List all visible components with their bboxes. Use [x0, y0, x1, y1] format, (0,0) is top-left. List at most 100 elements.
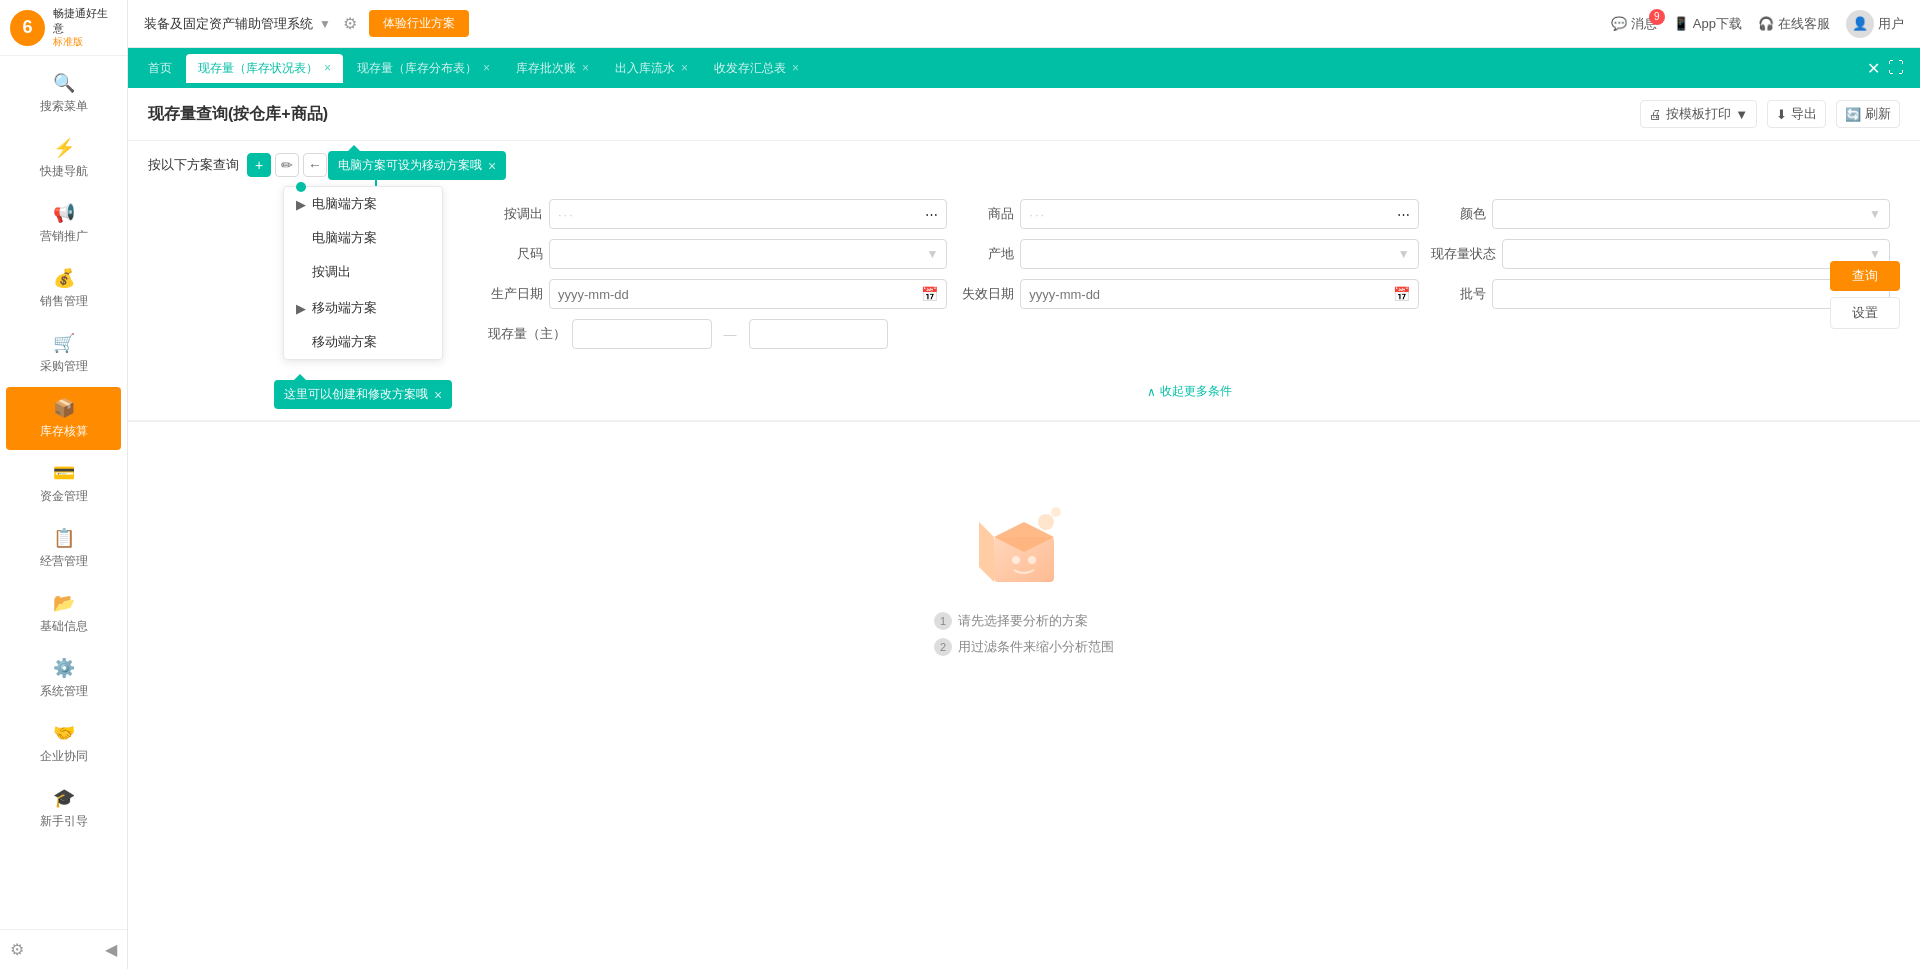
- export-btn[interactable]: ⬇ 导出: [1767, 100, 1826, 128]
- sidebar-item-system[interactable]: ⚙️ 系统管理: [6, 647, 121, 710]
- color-input[interactable]: ▼: [1492, 199, 1890, 229]
- scheme-item-tune[interactable]: 按调出: [284, 255, 442, 289]
- reset-btn[interactable]: 设置: [1830, 297, 1900, 329]
- app-download-label: App下载: [1693, 15, 1742, 33]
- tooltip2-close-btn[interactable]: ×: [434, 387, 442, 403]
- page-actions: 🖨 按模板打印 ▼ ⬇ 导出 🔄 刷新: [1640, 100, 1900, 128]
- header-settings-icon[interactable]: ⚙: [343, 14, 357, 33]
- sidebar-item-search[interactable]: 🔍 搜索菜单: [6, 62, 121, 125]
- inventory-max-text[interactable]: [758, 327, 880, 342]
- sidebar-item-sales[interactable]: 💰 销售管理: [6, 257, 121, 320]
- batch-text-input[interactable]: [1501, 287, 1881, 302]
- tab-close-icon[interactable]: ×: [324, 61, 331, 75]
- warehouse-input[interactable]: ··· ⋯: [549, 199, 947, 229]
- avatar: 👤: [1846, 10, 1874, 38]
- scheme-mobile-item-label: 移动端方案: [312, 333, 377, 351]
- form-row-2: 尺码 ▼ 产地 ▼: [478, 239, 1900, 269]
- sidebar-item-marketing[interactable]: 📢 营销推广: [6, 192, 121, 255]
- collapse-sidebar-btn[interactable]: ◀: [105, 940, 117, 959]
- query-btn[interactable]: 查询: [1830, 261, 1900, 291]
- tab-close-icon[interactable]: ×: [483, 61, 490, 75]
- refresh-btn[interactable]: 🔄 刷新: [1836, 100, 1900, 128]
- tab-batch[interactable]: 库存批次账 ×: [504, 54, 601, 83]
- page-content: 现存量查询(按仓库+商品) 🖨 按模板打印 ▼ ⬇ 导出 🔄 刷新: [128, 88, 1920, 969]
- prod-date-text-input[interactable]: [558, 287, 921, 302]
- tooltip-mobile-scheme: 电脑方案可设为移动方案哦 ×: [328, 151, 506, 180]
- more-icon2: ⋯: [1397, 207, 1410, 222]
- sidebar-item-basic[interactable]: 📂 基础信息: [6, 582, 121, 645]
- sidebar-item-label: 快捷导航: [40, 163, 88, 180]
- header-right: 💬 消息 9 📱 App下载 🎧 在线客服 👤 用户: [1611, 10, 1904, 38]
- scheme-item-desktop[interactable]: 电脑端方案: [284, 221, 442, 255]
- tab-inout-label: 出入库流水: [615, 60, 675, 77]
- tip-text-1: 请先选择要分析的方案: [958, 608, 1088, 634]
- sidebar-item-label: 经营管理: [40, 553, 88, 570]
- scheme-group-desktop[interactable]: ▶ 电脑端方案: [284, 187, 442, 221]
- message-item[interactable]: 💬 消息 9: [1611, 15, 1657, 33]
- form-row-4: 现存量（主） —: [478, 319, 1900, 349]
- svg-point-4: [1028, 556, 1036, 564]
- exp-date-input[interactable]: 📅: [1020, 279, 1418, 309]
- inventory-max-input[interactable]: [749, 319, 889, 349]
- user-item[interactable]: 👤 用户: [1846, 10, 1904, 38]
- app-download-item[interactable]: 📱 App下载: [1673, 15, 1742, 33]
- product-input[interactable]: ··· ⋯: [1020, 199, 1418, 229]
- tab-home[interactable]: 首页: [136, 54, 184, 83]
- sidebar-item-label: 资金管理: [40, 488, 88, 505]
- form-row-3: 生产日期 📅 失效日期 📅: [478, 279, 1900, 309]
- sidebar-item-label: 企业协同: [40, 748, 88, 765]
- trial-button[interactable]: 体验行业方案: [369, 10, 469, 37]
- export-label: 导出: [1791, 105, 1817, 123]
- size-input[interactable]: ▼: [549, 239, 947, 269]
- inventory-min-input[interactable]: [572, 319, 712, 349]
- inventory-min-text[interactable]: [581, 327, 703, 342]
- collapse-icon: ∧: [1147, 385, 1156, 399]
- tab-close-icon[interactable]: ×: [582, 61, 589, 75]
- settings-bottom-btn[interactable]: ⚙: [10, 940, 24, 959]
- scheme-group-mobile[interactable]: ▶ 移动端方案: [284, 291, 442, 325]
- sales-icon: 💰: [53, 267, 75, 289]
- exp-date-text-input[interactable]: [1029, 287, 1392, 302]
- sidebar-item-quick[interactable]: ⚡ 快捷导航: [6, 127, 121, 190]
- sidebar-item-enterprise[interactable]: 🤝 企业协同: [6, 712, 121, 775]
- sidebar-bottom: ⚙ ◀: [0, 929, 127, 969]
- tip-item-2: 2 用过滤条件来缩小分析范围: [934, 634, 1114, 660]
- sidebar-item-operations[interactable]: 📋 经营管理: [6, 517, 121, 580]
- edit-scheme-btn[interactable]: ✏: [275, 153, 299, 177]
- scheme-item-mobile[interactable]: 移动端方案: [284, 325, 442, 359]
- tab-close-icon[interactable]: ×: [681, 61, 688, 75]
- sidebar-item-finance[interactable]: 💳 资金管理: [6, 452, 121, 515]
- size-label: 尺码: [488, 245, 543, 263]
- sidebar-item-inventory[interactable]: 📦 库存核算: [6, 387, 121, 450]
- tooltip1-close-btn[interactable]: ×: [488, 158, 496, 174]
- sidebar-item-label: 销售管理: [40, 293, 88, 310]
- origin-input[interactable]: ▼: [1020, 239, 1418, 269]
- edit-icon: ✏: [281, 157, 293, 173]
- template-print-btn[interactable]: 🖨 按模板打印 ▼: [1640, 100, 1757, 128]
- sidebar-nav: 🔍 搜索菜单 ⚡ 快捷导航 📢 营销推广 💰 销售管理 🛒 采购管理 📦 库存核…: [0, 56, 127, 929]
- empty-illustration: [974, 502, 1074, 592]
- add-scheme-btn[interactable]: +: [247, 153, 271, 177]
- sidebar-item-newbie[interactable]: 🎓 新手引导: [6, 777, 121, 840]
- expand-icon: ▶: [296, 197, 306, 212]
- tab-close-icon[interactable]: ×: [792, 61, 799, 75]
- tab-close-all-icon[interactable]: ✕: [1867, 59, 1880, 78]
- tab-inventory-dist[interactable]: 现存量（库存分布表） ×: [345, 54, 502, 83]
- prod-date-input[interactable]: 📅: [549, 279, 947, 309]
- tab-summary[interactable]: 收发存汇总表 ×: [702, 54, 811, 83]
- connector-dot: [296, 182, 306, 192]
- collapse-row[interactable]: ∧ 收起更多条件: [478, 375, 1900, 408]
- enterprise-icon: 🤝: [53, 722, 75, 744]
- online-service-item[interactable]: 🎧 在线客服: [1758, 15, 1830, 33]
- sidebar-item-label: 营销推广: [40, 228, 88, 245]
- field-exp-date: 失效日期 📅: [959, 279, 1418, 309]
- prod-date-label: 生产日期: [488, 285, 543, 303]
- back-btn[interactable]: ←: [303, 153, 327, 177]
- tab-inventory-status[interactable]: 现存量（库存状况表） ×: [186, 54, 343, 83]
- sidebar-item-purchase[interactable]: 🛒 采购管理: [6, 322, 121, 385]
- scheme-tune-item-label: 按调出: [312, 263, 351, 281]
- back-icon: ←: [308, 157, 322, 173]
- tab-inout[interactable]: 出入库流水 ×: [603, 54, 700, 83]
- tab-fullscreen-icon[interactable]: ⛶: [1888, 59, 1904, 77]
- status-label: 现存量状态: [1431, 245, 1496, 263]
